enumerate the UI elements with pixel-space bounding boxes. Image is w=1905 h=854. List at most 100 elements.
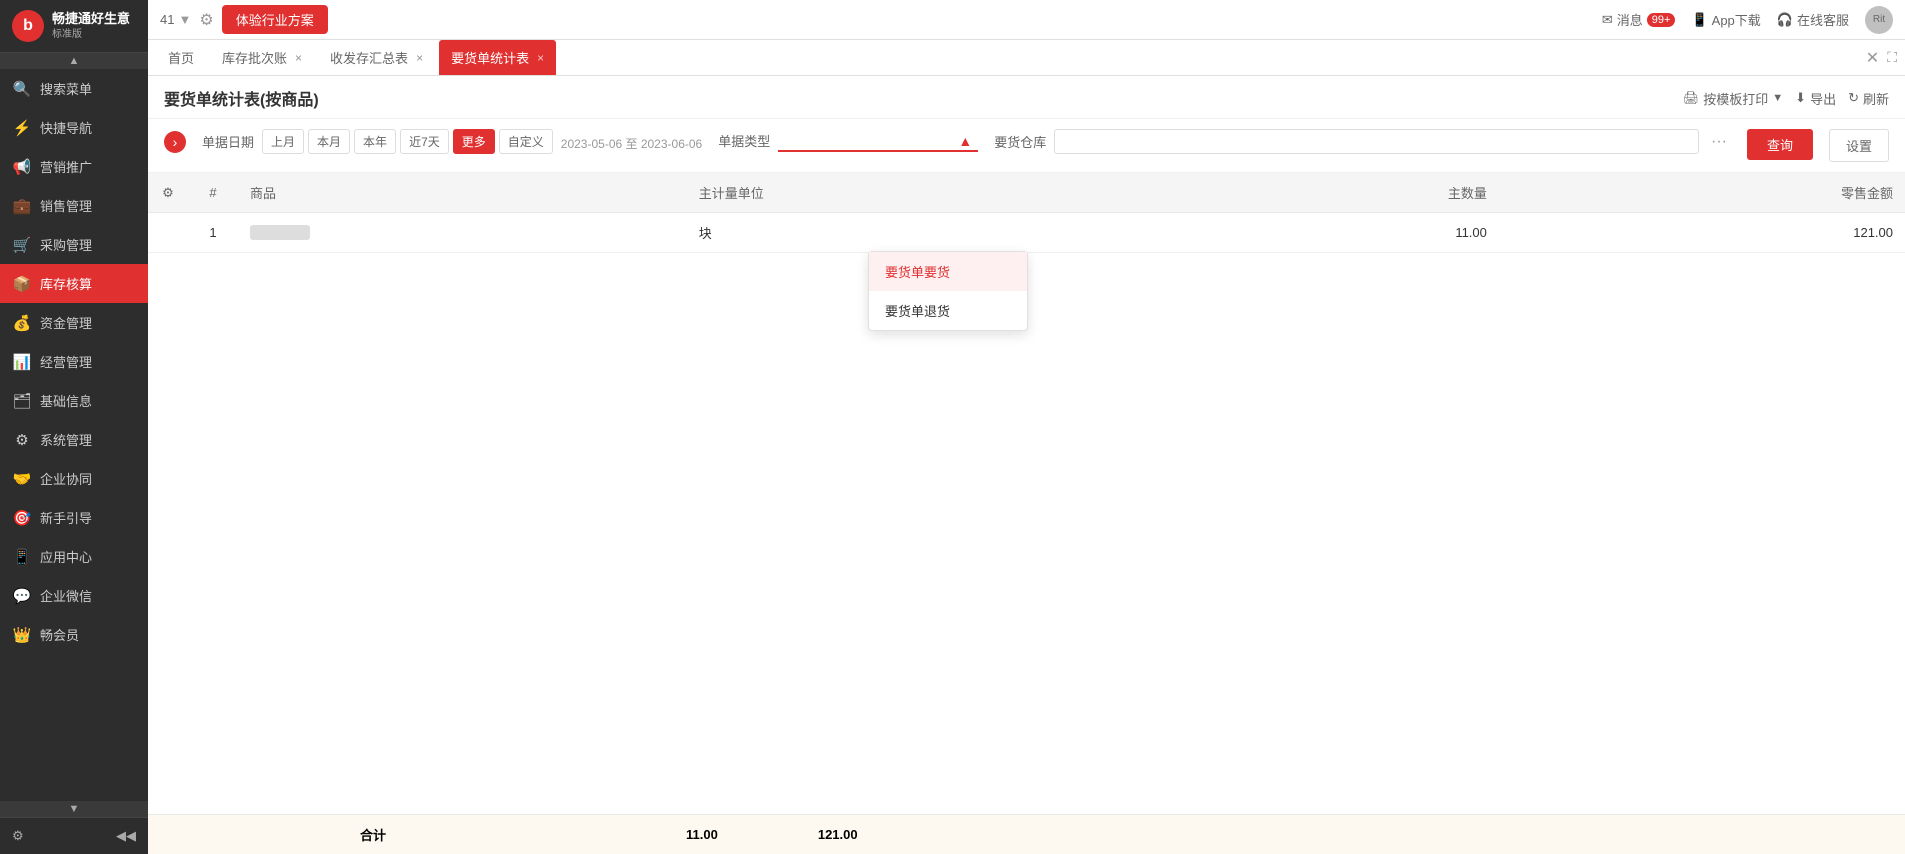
avatar-img: Rit bbox=[1865, 6, 1893, 34]
sidebar-item-label: 资金管理 bbox=[40, 313, 92, 332]
tab-home[interactable]: 首页 bbox=[156, 40, 206, 75]
trial-btn[interactable]: 体验行业方案 bbox=[222, 5, 328, 34]
sidebar-item-enterprise[interactable]: 🤝 企业协同 bbox=[0, 459, 148, 498]
topbar-left: 41 ▼ ⚙ 体验行业方案 bbox=[160, 5, 1592, 34]
filter-settings-btn[interactable]: 设置 bbox=[1829, 129, 1889, 162]
date-btn-this-year[interactable]: 本年 bbox=[354, 129, 396, 154]
dropdown-item-order-goods[interactable]: 要货单要货 bbox=[869, 252, 1027, 291]
message-badge: 99+ bbox=[1647, 13, 1676, 27]
app-download-btn[interactable]: 📱 App下载 bbox=[1691, 10, 1760, 29]
sidebar-scroll-up[interactable]: ▲ bbox=[0, 53, 148, 69]
sidebar-item-operation[interactable]: 📊 经营管理 bbox=[0, 342, 148, 381]
quick-nav-icon: ⚡ bbox=[12, 119, 32, 137]
query-btn[interactable]: 查询 bbox=[1747, 129, 1813, 160]
sidebar-item-search[interactable]: 🔍 搜索菜单 bbox=[0, 69, 148, 108]
date-btn-last-month[interactable]: 上月 bbox=[262, 129, 304, 154]
footer-label: 合计 bbox=[360, 825, 386, 844]
sidebar: b 畅捷通好生意 标准版 ▲ 🔍 搜索菜单 ⚡ 快捷导航 📢 营销推广 💼 销售… bbox=[0, 0, 148, 854]
sidebar-item-vip[interactable]: 👑 畅会员 bbox=[0, 615, 148, 654]
sidebar-item-inventory[interactable]: 📦 库存核算 bbox=[0, 264, 148, 303]
date-btn-this-month[interactable]: 本月 bbox=[308, 129, 350, 154]
sidebar-item-sales[interactable]: 💼 销售管理 bbox=[0, 186, 148, 225]
warehouse-input[interactable] bbox=[1054, 129, 1699, 154]
date-btn-custom[interactable]: 自定义 bbox=[499, 129, 553, 154]
message-btn[interactable]: ✉ 消息 99+ bbox=[1602, 10, 1676, 29]
logo-icon: b bbox=[12, 10, 44, 42]
sidebar-item-quick-nav[interactable]: ⚡ 快捷导航 bbox=[0, 108, 148, 147]
sidebar-collapse-icon[interactable]: ◀◀ bbox=[116, 828, 136, 844]
sales-icon: 💼 bbox=[12, 197, 32, 215]
sidebar-bottom: ⚙ ◀◀ bbox=[0, 817, 148, 854]
online-service-btn[interactable]: 🎧 在线客服 bbox=[1777, 10, 1849, 29]
sidebar-item-base-info[interactable]: 🗂 基础信息 bbox=[0, 381, 148, 420]
page-title: 要货单统计表(按商品) bbox=[164, 86, 319, 110]
row-product bbox=[238, 213, 687, 253]
refresh-label: 刷新 bbox=[1863, 89, 1889, 108]
operation-icon: 📊 bbox=[12, 353, 32, 371]
sidebar-item-wechat[interactable]: 💬 企业微信 bbox=[0, 576, 148, 615]
print-label: 按模板打印 bbox=[1703, 89, 1768, 108]
sidebar-logo: b 畅捷通好生意 标准版 bbox=[0, 0, 148, 53]
sidebar-settings-icon[interactable]: ⚙ bbox=[12, 828, 24, 844]
tab-recv-summary-close[interactable]: × bbox=[416, 51, 423, 65]
sidebar-item-label: 企业协同 bbox=[40, 469, 92, 488]
sidebar-item-label: 企业微信 bbox=[40, 586, 92, 605]
row-amount: 121.00 bbox=[1499, 213, 1905, 253]
finance-icon: 💰 bbox=[12, 314, 32, 332]
filter-expand-btn[interactable]: › bbox=[164, 131, 186, 153]
row-qty: 11.00 bbox=[1162, 213, 1499, 253]
wechat-icon: 💬 bbox=[12, 587, 32, 605]
print-icon: 🖨 bbox=[1683, 90, 1700, 106]
vip-icon: 👑 bbox=[12, 626, 32, 644]
tab-order-stats-close[interactable]: × bbox=[537, 51, 544, 65]
sidebar-item-purchase[interactable]: 🛒 采购管理 bbox=[0, 225, 148, 264]
settings-col-icon[interactable]: ⚙ bbox=[162, 185, 174, 200]
tab-close-all-icon[interactable]: ✕ bbox=[1866, 48, 1879, 68]
export-btn[interactable]: ⬇ 导出 bbox=[1795, 89, 1836, 108]
filter-bar: › 单据日期 上月 本月 本年 近7天 更多 自定义 2023-05-06 至 … bbox=[148, 119, 1905, 173]
store-selector[interactable]: 41 ▼ bbox=[160, 12, 191, 27]
col-unit: 主计量单位 bbox=[687, 173, 1163, 213]
tab-inventory-batch-label: 库存批次账 bbox=[222, 48, 287, 67]
app-title: 畅捷通好生意 bbox=[52, 11, 130, 28]
sidebar-item-guide[interactable]: 🎯 新手引导 bbox=[0, 498, 148, 537]
date-btn-more[interactable]: 更多 bbox=[453, 129, 495, 154]
sidebar-item-label: 库存核算 bbox=[40, 274, 92, 293]
sidebar-item-label: 营销推广 bbox=[40, 157, 92, 176]
tab-recv-summary[interactable]: 收发存汇总表 × bbox=[318, 40, 435, 75]
store-name: 41 bbox=[160, 12, 174, 27]
sidebar-item-marketing[interactable]: 📢 营销推广 bbox=[0, 147, 148, 186]
app-center-icon: 📱 bbox=[12, 548, 32, 566]
settings-gear-icon[interactable]: ⚙ bbox=[199, 10, 213, 30]
table-header-row: ⚙ # 商品 主计量单位 主数量 bbox=[148, 173, 1905, 213]
type-select-container: ▲ bbox=[778, 129, 978, 152]
user-avatar[interactable]: Rit bbox=[1865, 6, 1893, 34]
print-btn[interactable]: 🖨 按模板打印 ▼ bbox=[1683, 89, 1783, 108]
tab-order-stats[interactable]: 要货单统计表 × bbox=[439, 40, 556, 75]
sidebar-item-label: 系统管理 bbox=[40, 430, 92, 449]
sidebar-item-label: 搜索菜单 bbox=[40, 79, 92, 98]
col-settings: ⚙ bbox=[148, 173, 188, 213]
message-label: 消息 bbox=[1617, 10, 1643, 29]
filter-more-icon[interactable]: ··· bbox=[1707, 133, 1731, 151]
col-product: 商品 bbox=[238, 173, 687, 213]
app-download-label: App下载 bbox=[1712, 10, 1761, 29]
sidebar-item-system[interactable]: ⚙ 系统管理 bbox=[0, 420, 148, 459]
date-btn-7days[interactable]: 近7天 bbox=[400, 129, 449, 154]
row-num: 1 bbox=[188, 213, 238, 253]
table-row: 1 块 11.00 121.00 bbox=[148, 213, 1905, 253]
type-select-arrow[interactable]: ▲ bbox=[958, 133, 972, 149]
type-select-input[interactable] bbox=[778, 129, 978, 152]
date-filter-group: 单据日期 上月 本月 本年 近7天 更多 自定义 2023-05-06 至 20… bbox=[202, 129, 702, 154]
tab-maximize-icon[interactable]: ⛶ bbox=[1887, 49, 1897, 66]
row-settings bbox=[148, 213, 188, 253]
sidebar-scroll-down[interactable]: ▼ bbox=[0, 801, 148, 817]
marketing-icon: 📢 bbox=[12, 158, 32, 176]
sidebar-item-finance[interactable]: 💰 资金管理 bbox=[0, 303, 148, 342]
tab-inventory-batch-close[interactable]: × bbox=[295, 51, 302, 65]
dropdown-item-order-return[interactable]: 要货单退货 bbox=[869, 291, 1027, 330]
search-icon: 🔍 bbox=[12, 80, 32, 98]
refresh-btn[interactable]: ↻ 刷新 bbox=[1848, 89, 1889, 108]
sidebar-item-app-center[interactable]: 📱 应用中心 bbox=[0, 537, 148, 576]
tab-inventory-batch[interactable]: 库存批次账 × bbox=[210, 40, 314, 75]
